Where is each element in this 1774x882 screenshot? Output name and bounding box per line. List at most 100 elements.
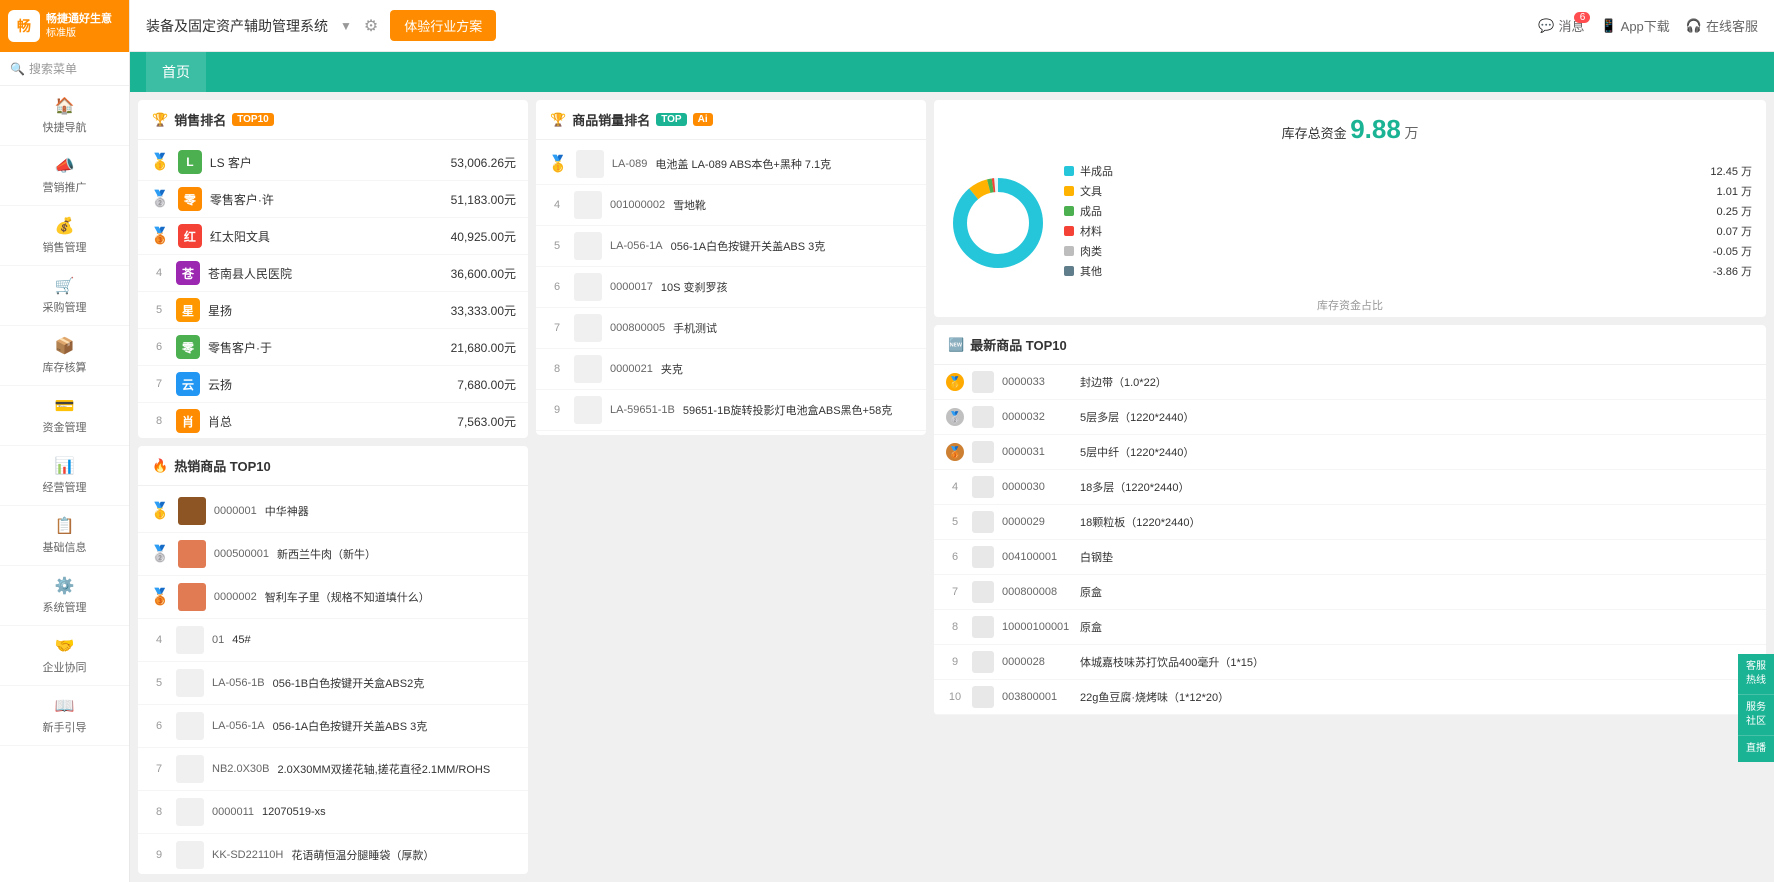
customer-name: 红太阳文具 <box>210 228 443 245</box>
rank-number: 9 <box>946 653 964 671</box>
rank-item: 4 001000002 雪地靴 <box>536 185 926 226</box>
management-icon: 📊 <box>55 456 75 476</box>
sidebar-item-sales[interactable]: 💰 销售管理 <box>0 206 129 266</box>
list-item: 5 0000029 18颗粒板（1220*2440） <box>934 505 1766 540</box>
sidebar-item-purchase[interactable]: 🛒 采购管理 <box>0 266 129 326</box>
rank-number: 9 <box>548 401 566 419</box>
rank-number: 7 <box>548 319 566 337</box>
customer-name: 苍南县人民医院 <box>208 265 443 282</box>
gold-medal-icon: 🥇 <box>548 154 568 174</box>
product-rank-card: 🏆 商品销量排名 TOP Ai 🥇 LA-089 电池盖 LA-089 ABS本… <box>536 100 926 435</box>
customer-rank-list: 🥇 L LS 客户 53,006.26元 🥈 零 零售客户·许 51,183.0… <box>138 140 528 438</box>
product-icon <box>574 273 602 301</box>
purchase-icon: 🛒 <box>55 276 75 296</box>
avatar: 星 <box>176 298 200 322</box>
legend-color <box>1064 246 1074 256</box>
hot-products-title: 热销商品 TOP10 <box>174 456 271 475</box>
sidebar-item-guide[interactable]: 📖 新手引导 <box>0 686 129 746</box>
rank-number: 8 <box>150 803 168 821</box>
customer-name: 零售客户·于 <box>208 339 443 356</box>
avatar: 苍 <box>176 261 200 285</box>
silver-medal-icon: 🥈 <box>150 189 170 209</box>
topbar: 装备及固定资产辅助管理系统 ▼ ⚙ 体验行业方案 💬 消息 6 📱 App下载 … <box>130 0 1774 52</box>
rank-item: 8 肖 肖总 7,563.00元 <box>138 403 528 438</box>
experience-plan-button[interactable]: 体验行业方案 <box>390 10 496 41</box>
rank-medal: 🥈 <box>946 408 964 426</box>
sidebar-item-system[interactable]: ⚙️ 系统管理 <box>0 566 129 626</box>
left-panel: 🏆 销售排名 TOP10 🥇 L LS 客户 53,006.26元 🥈 <box>138 100 528 874</box>
rank-item: 4 苍 苍南县人民医院 36,600.00元 <box>138 255 528 292</box>
product-image <box>178 583 206 611</box>
sidebar-search[interactable]: 🔍 搜索菜单 <box>0 52 129 86</box>
rank-item: 9 LA-59651-1B 59651-1B旋转投影灯电池盒ABS黑色+58克 <box>536 390 926 431</box>
product-rank-header: 🏆 商品销量排名 TOP Ai <box>536 100 926 140</box>
nav-tab-home[interactable]: 首页 <box>146 52 206 92</box>
message-count: 6 <box>1574 12 1590 23</box>
customer-service-button[interactable]: 客服热线 <box>1738 654 1774 695</box>
rank-number: 6 <box>150 338 168 356</box>
latest-products-header: 🆕 最新商品 TOP10 <box>934 325 1766 365</box>
customer-value: 40,925.00元 <box>451 228 516 245</box>
message-icon: 💬 <box>1538 18 1554 34</box>
online-service[interactable]: 🎧 在线客服 <box>1686 16 1758 35</box>
sidebar-item-basic[interactable]: 📋 基础信息 <box>0 506 129 566</box>
avatar: 肖 <box>176 409 200 433</box>
body-area: 🏆 销售排名 TOP10 🥇 L LS 客户 53,006.26元 🥈 <box>130 92 1774 882</box>
gear-icon[interactable]: ⚙ <box>364 16 378 36</box>
donut-area: 半成品 12.45 万 文具 1.01 万 成品 0.25 万 <box>934 153 1766 293</box>
product-icon <box>574 191 602 219</box>
sidebar-item-finance[interactable]: 💳 资金管理 <box>0 386 129 446</box>
top-badge: TOP10 <box>232 113 274 126</box>
rank-item: 6 0000017 10S 变刹罗孩 <box>536 267 926 308</box>
guide-icon: 📖 <box>55 696 75 716</box>
rank-item: 5 LA-056-1A 056-1A白色按键开关盖ABS 3克 <box>536 226 926 267</box>
list-item: 🥉 0000002 智利车子里（规格不知道填什么） <box>138 576 528 619</box>
fire-icon: 🔥 <box>152 458 168 474</box>
product-image <box>176 755 204 783</box>
app-download[interactable]: 📱 App下载 <box>1600 16 1669 35</box>
sidebar-item-marketing[interactable]: 📣 营销推广 <box>0 146 129 206</box>
rank-number: 5 <box>946 513 964 531</box>
home-icon: 🏠 <box>55 96 75 116</box>
headset-icon: 🎧 <box>1686 18 1702 34</box>
sidebar-item-home[interactable]: 🏠 快捷导航 <box>0 86 129 146</box>
customer-rank-title: 销售排名 <box>174 110 226 129</box>
rank-item: 🥉 红 红太阳文具 40,925.00元 <box>138 218 528 255</box>
customer-name: 肖总 <box>208 413 449 430</box>
sidebar-item-collab[interactable]: 🤝 企业协同 <box>0 626 129 686</box>
sidebar-logo: 畅 畅捷通好生意 标准版 <box>0 0 129 52</box>
rank-number: 8 <box>548 360 566 378</box>
sidebar-item-inventory[interactable]: 📦 库存核算 <box>0 326 129 386</box>
product-icon <box>972 511 994 533</box>
rank-number: 5 <box>150 301 168 319</box>
rank-item: 🥇 L LS 客户 53,006.26元 <box>138 144 528 181</box>
rank-item: 8 0000021 夹克 <box>536 349 926 390</box>
message-badge[interactable]: 💬 消息 6 <box>1538 16 1584 35</box>
legend-color <box>1064 186 1074 196</box>
service-community-button[interactable]: 服务社区 <box>1738 695 1774 736</box>
latest-products-list: 🥇 0000033 封边带（1.0*22） 🥈 0000032 5层多层（122… <box>934 365 1766 715</box>
product-icon <box>576 150 604 178</box>
list-item: 🥇 0000033 封边带（1.0*22） <box>934 365 1766 400</box>
product-rank-list: 🥇 LA-089 电池盖 LA-089 ABS本色+黑种 7.1克 4 0010… <box>536 140 926 435</box>
finance-icon: 💳 <box>55 396 75 416</box>
list-item: 8 0000011 12070519-xs <box>138 791 528 834</box>
rank-number: 10 <box>946 688 964 706</box>
inventory-legend: 半成品 12.45 万 文具 1.01 万 成品 0.25 万 <box>1064 163 1752 283</box>
list-item: 9 0000028 体城嘉枝味苏打饮品400毫升（1*15） <box>934 645 1766 680</box>
live-button[interactable]: 直播 <box>1738 736 1774 762</box>
legend-color <box>1064 266 1074 276</box>
rank-number: 4 <box>548 196 566 214</box>
product-icon <box>972 546 994 568</box>
dropdown-arrow-icon[interactable]: ▼ <box>340 19 352 33</box>
rank-number: 8 <box>946 618 964 636</box>
inventory-card: 库存总资金 9.88 万 <box>934 100 1766 317</box>
product-image <box>176 798 204 826</box>
sidebar-item-management[interactable]: 📊 经营管理 <box>0 446 129 506</box>
phone-icon: 📱 <box>1600 18 1616 34</box>
list-item: 🥈 000500001 新西兰牛肉（新牛） <box>138 533 528 576</box>
gold-medal-icon: 🥇 <box>150 501 170 521</box>
rank-number: 7 <box>150 375 168 393</box>
bronze-medal-icon: 🥉 <box>150 587 170 607</box>
product-icon <box>972 441 994 463</box>
